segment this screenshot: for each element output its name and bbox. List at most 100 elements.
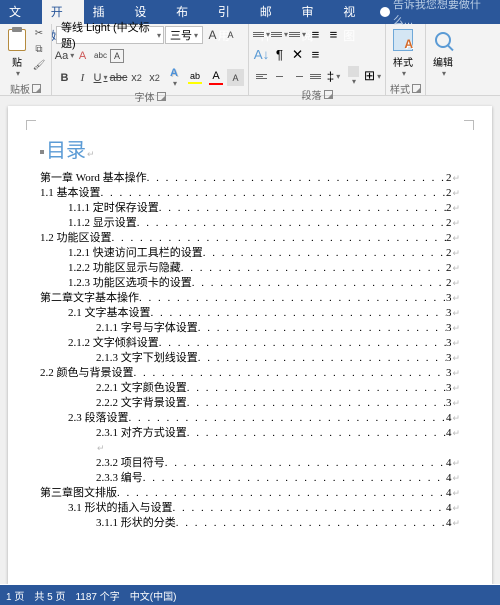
- cut-button[interactable]: ✂: [31, 26, 47, 41]
- tab-mailings[interactable]: 邮件: [251, 0, 293, 24]
- toc-leader: . . . . . . . . . . . . . . . . . . . . …: [165, 456, 446, 471]
- align-left-button[interactable]: [253, 68, 270, 85]
- toc-entry[interactable]: 2.3 段落设置. . . . . . . . . . . . . . . . …: [40, 411, 460, 426]
- toc-leader: . . . . . . . . . . . . . . . . . . . . …: [173, 501, 446, 516]
- toc-entry[interactable]: 1.2.2 功能区显示与隐藏. . . . . . . . . . . . . …: [40, 261, 460, 276]
- text-direction-button[interactable]: ✕: [289, 46, 306, 63]
- superscript-button[interactable]: x2: [146, 69, 163, 86]
- char-shading-button[interactable]: A: [227, 69, 244, 86]
- status-bar: 1 页 共 5 页 1187 个字 中文(中国): [0, 585, 500, 605]
- toc-entry[interactable]: 3.1 形状的插入与设置. . . . . . . . . . . . . . …: [40, 501, 460, 516]
- toc-text: 1.2.1 快速访问工具栏的设置: [68, 246, 203, 261]
- toc-entry[interactable]: 3.1.1 形状的分类. . . . . . . . . . . . . . .…: [40, 516, 460, 531]
- toc-entry[interactable]: 1.1 基本设置. . . . . . . . . . . . . . . . …: [40, 186, 460, 201]
- toc-page-num: 4↵: [446, 411, 460, 426]
- editing-button[interactable]: 编辑 ▾: [430, 26, 456, 80]
- align-right-button[interactable]: [289, 68, 306, 85]
- changecase-button[interactable]: Aa▾: [56, 47, 73, 64]
- subscript-button[interactable]: x2: [128, 69, 145, 86]
- toc-container: 第一章 Word 基本操作. . . . . . . . . . . . . .…: [40, 171, 460, 531]
- align-dist-button[interactable]: ≡: [307, 46, 324, 63]
- font-size-dropdown[interactable]: 三号▾: [165, 26, 203, 44]
- text-effects-button[interactable]: A▾: [164, 67, 184, 88]
- toc-title: 目录↵: [40, 134, 460, 163]
- shrink-font-button[interactable]: A: [222, 27, 239, 44]
- toc-entry[interactable]: 2.3.3 编号. . . . . . . . . . . . . . . . …: [40, 471, 460, 486]
- font-launcher[interactable]: [157, 92, 166, 101]
- toc-entry[interactable]: 第二章文字基本操作. . . . . . . . . . . . . . . .…: [40, 291, 460, 306]
- toc-entry[interactable]: 1.2.3 功能区选项卡的设置. . . . . . . . . . . . .…: [40, 276, 460, 291]
- status-page[interactable]: 1 页: [6, 588, 24, 603]
- toc-entry[interactable]: 2.2.2 文字背景设置. . . . . . . . . . . . . . …: [40, 396, 460, 411]
- sort-button[interactable]: A↓: [253, 46, 270, 63]
- shading-button[interactable]: ▾: [343, 66, 363, 86]
- show-marks-button[interactable]: ¶: [271, 46, 288, 63]
- toc-page-num: 2↵: [446, 276, 460, 291]
- toc-entry[interactable]: 2.1.1 字号与字体设置. . . . . . . . . . . . . .…: [40, 321, 460, 336]
- toc-text: 2.2.2 文字背景设置: [96, 396, 187, 411]
- document-page[interactable]: 目录↵ 第一章 Word 基本操作. . . . . . . . . . . .…: [8, 106, 492, 584]
- tab-file[interactable]: 文件: [0, 0, 42, 24]
- multilevel-button[interactable]: ▾: [289, 26, 306, 43]
- toc-text: 3.1 形状的插入与设置: [68, 501, 173, 516]
- italic-button[interactable]: I: [74, 69, 91, 86]
- copy-button[interactable]: ⧉: [31, 42, 47, 57]
- toc-entry[interactable]: 第一章 Word 基本操作. . . . . . . . . . . . . .…: [40, 171, 460, 186]
- toc-text: 1.1.1 定时保存设置: [68, 201, 159, 216]
- phonetic-button[interactable]: abc: [92, 47, 109, 64]
- toc-entry[interactable]: 2.1 文字基本设置. . . . . . . . . . . . . . . …: [40, 306, 460, 321]
- toc-text: 第二章文字基本操作: [40, 291, 139, 306]
- toc-text: 2.1.3 文字下划线设置: [96, 351, 198, 366]
- line-spacing-button[interactable]: ‡▾: [325, 68, 342, 85]
- highlight-button[interactable]: ab: [185, 71, 205, 84]
- toc-entry[interactable]: 2.2.1 文字颜色设置. . . . . . . . . . . . . . …: [40, 381, 460, 396]
- toc-entry[interactable]: 1.2.1 快速访问工具栏的设置. . . . . . . . . . . . …: [40, 246, 460, 261]
- styles-group-label: 样式: [390, 81, 410, 96]
- paste-label: 贴: [12, 54, 22, 69]
- borders-button[interactable]: ⊞▾: [364, 68, 381, 85]
- paste-button[interactable]: 贴 ▾: [4, 26, 30, 80]
- clear-formatting-button[interactable]: A: [74, 47, 91, 64]
- toc-entry[interactable]: 2.3.1 对齐方式设置. . . . . . . . . . . . . . …: [40, 426, 460, 441]
- bullets-button[interactable]: ▾: [253, 26, 270, 43]
- toc-entry[interactable]: ↵: [40, 441, 460, 456]
- toc-entry[interactable]: 1.1.2 显示设置. . . . . . . . . . . . . . . …: [40, 216, 460, 231]
- numbering-button[interactable]: ▾: [271, 26, 288, 43]
- tab-layout[interactable]: 布局: [167, 0, 209, 24]
- toc-entry[interactable]: 1.1.1 定时保存设置. . . . . . . . . . . . . . …: [40, 201, 460, 216]
- underline-button[interactable]: U▾: [92, 69, 109, 86]
- font-name-dropdown[interactable]: 等线 Light (中文标题)▾: [56, 26, 164, 44]
- toc-entry[interactable]: 2.1.2 文字倾斜设置. . . . . . . . . . . . . . …: [40, 336, 460, 351]
- bold-button[interactable]: B: [56, 69, 73, 86]
- align-center-button[interactable]: [271, 68, 288, 85]
- clipboard-launcher[interactable]: [32, 84, 41, 93]
- char-border-button[interactable]: A: [110, 49, 124, 63]
- grow-font-button[interactable]: A: [204, 27, 221, 44]
- increase-indent-button[interactable]: ≡: [325, 26, 342, 43]
- toc-page-num: 4↵: [446, 456, 460, 471]
- font-size-value: 三号: [170, 27, 192, 43]
- status-lang[interactable]: 中文(中国): [130, 588, 177, 603]
- toc-text: 第三章图文排版: [40, 486, 117, 501]
- tab-references[interactable]: 引用: [209, 0, 251, 24]
- toc-entry[interactable]: 第三章图文排版. . . . . . . . . . . . . . . . .…: [40, 486, 460, 501]
- tab-review[interactable]: 审阅: [292, 0, 334, 24]
- decrease-indent-button[interactable]: ≡: [307, 26, 324, 43]
- paragraph-launcher[interactable]: [324, 90, 333, 99]
- toc-entry[interactable]: 2.1.3 文字下划线设置. . . . . . . . . . . . . .…: [40, 351, 460, 366]
- bulb-icon: [380, 7, 390, 17]
- justify-button[interactable]: [307, 68, 324, 85]
- styles-launcher[interactable]: [412, 84, 421, 93]
- toc-entry[interactable]: 2.2 颜色与背景设置. . . . . . . . . . . . . . .…: [40, 366, 460, 381]
- font-color-button[interactable]: A: [206, 70, 226, 85]
- toc-leader: . . . . . . . . . . . . . . . . . . . . …: [198, 321, 446, 336]
- styles-button[interactable]: 样式 ▾: [390, 26, 416, 80]
- toc-entry[interactable]: 2.3.2 项目符号. . . . . . . . . . . . . . . …: [40, 456, 460, 471]
- toc-text: 2.3.2 项目符号: [96, 456, 165, 471]
- format-painter-button[interactable]: 🖌: [31, 58, 47, 73]
- toc-text: 1.1.2 显示设置: [68, 216, 137, 231]
- toc-entry[interactable]: 1.2 功能区设置. . . . . . . . . . . . . . . .…: [40, 231, 460, 246]
- tab-view[interactable]: 视图: [334, 0, 376, 24]
- status-words[interactable]: 1187 个字: [75, 588, 119, 603]
- strikethrough-button[interactable]: abc: [110, 69, 127, 86]
